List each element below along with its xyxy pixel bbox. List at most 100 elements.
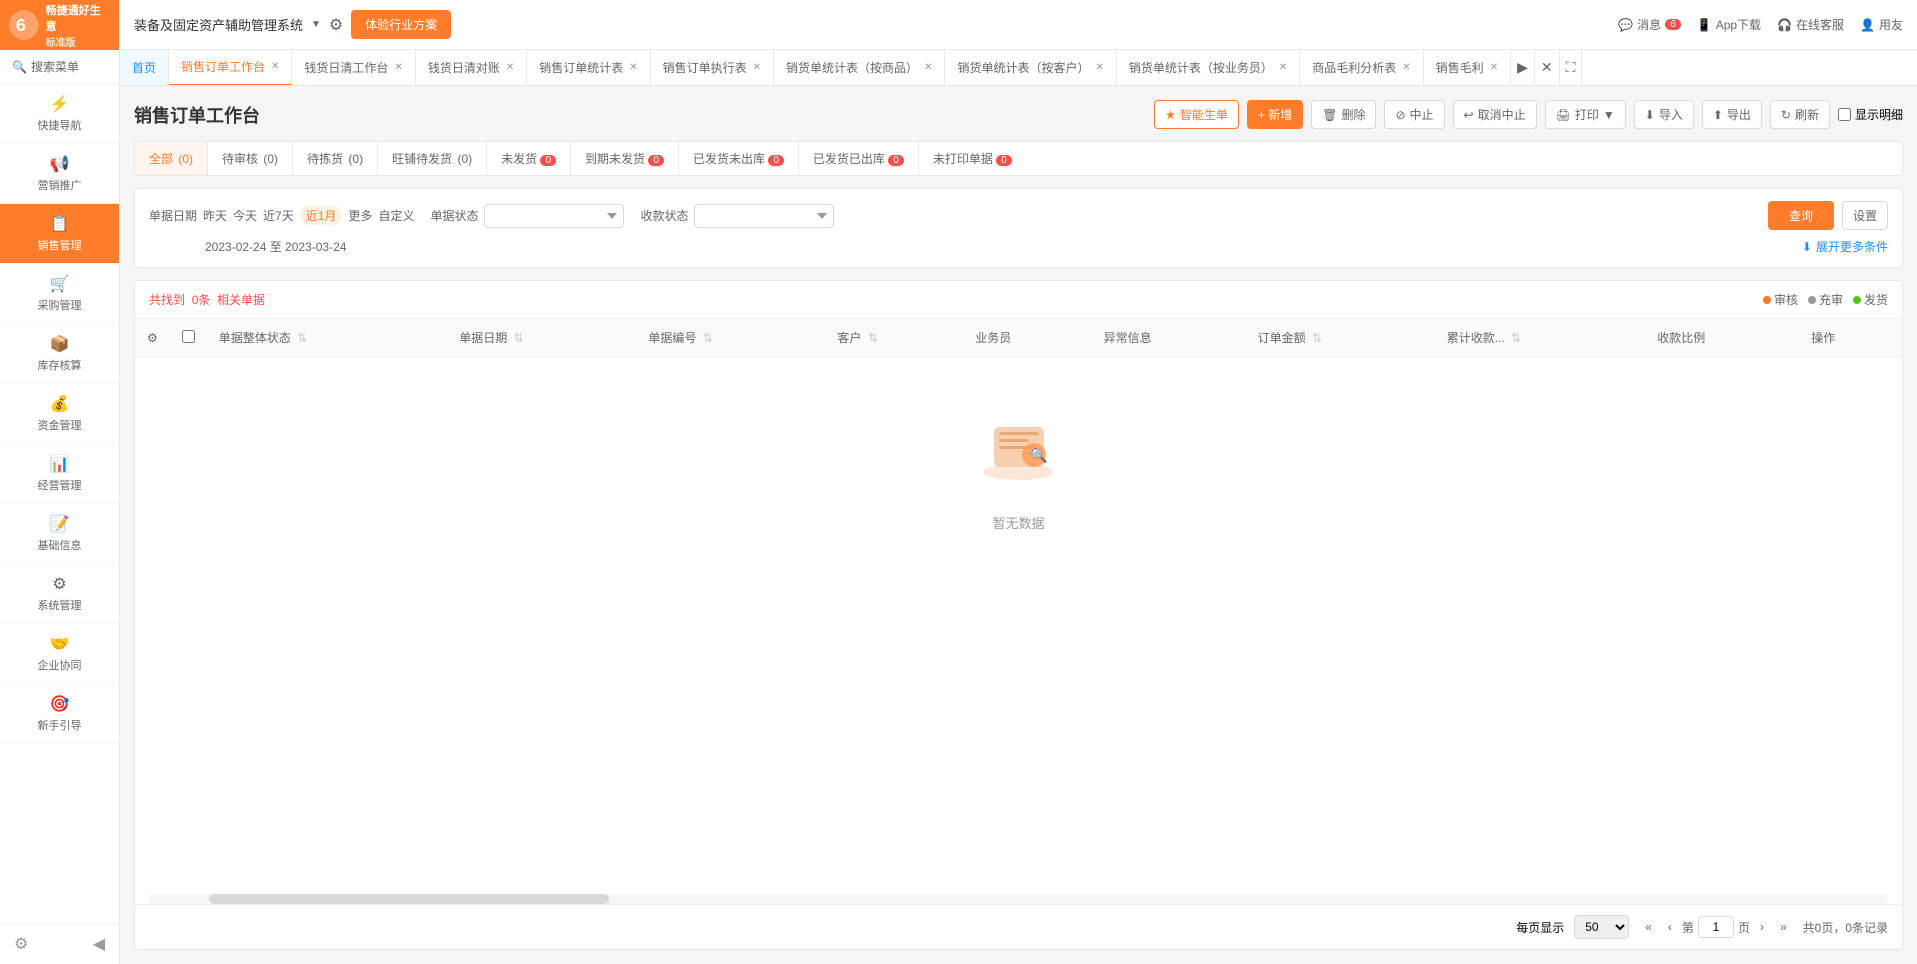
tab-close-margin-analysis[interactable]: ✕: [1402, 62, 1410, 73]
sub-tab-shipped-out[interactable]: 已发货已出库 0: [799, 142, 919, 175]
tab-close-sales-by-staff[interactable]: ✕: [1279, 62, 1287, 73]
sidebar-item-marketing[interactable]: 📢 营销推广: [0, 144, 119, 204]
first-page-btn[interactable]: «: [1639, 918, 1658, 936]
stop-btn[interactable]: ⊘ 中止: [1384, 100, 1444, 129]
tab-cash-daily[interactable]: 钱货日清工作台 ✕: [292, 50, 415, 86]
delete-btn[interactable]: 🗑 删除: [1311, 100, 1376, 129]
print-btn[interactable]: 🖨 打印 ▼: [1545, 100, 1626, 129]
tab-sales-by-customer[interactable]: 销货单统计表（按客户） ✕: [945, 50, 1116, 86]
settings-filter-btn[interactable]: 设置: [1842, 201, 1888, 230]
tab-sales-stats[interactable]: 销售订单统计表 ✕: [527, 50, 650, 86]
tab-sales-exec[interactable]: 销售订单执行表 ✕: [651, 50, 774, 86]
sub-tab-overdue-ship[interactable]: 到期未发货 0: [571, 142, 679, 175]
sub-tab-wangpu-ship[interactable]: 旺铺待发货 (0): [378, 142, 487, 175]
prev-page-btn[interactable]: ‹: [1662, 918, 1678, 936]
sidebar-item-inventory[interactable]: 📦 库存核算: [0, 324, 119, 384]
sort-status-icon[interactable]: ⇅: [297, 331, 307, 345]
sub-tab-pending-audit[interactable]: 待审核 (0): [208, 142, 293, 175]
tab-sales-by-product[interactable]: 销货单统计表（按商品） ✕: [774, 50, 945, 86]
tab-close-sales-exec[interactable]: ✕: [753, 62, 761, 73]
show-detail-checkbox[interactable]: [1838, 108, 1851, 121]
sub-tab-shipped-not-out[interactable]: 已发货未出库 0: [679, 142, 799, 175]
sort-date-icon[interactable]: ⇅: [514, 331, 524, 345]
date-more[interactable]: 更多: [348, 207, 372, 224]
scroll-track[interactable]: [149, 894, 1888, 904]
collapse-icon[interactable]: ◀: [93, 934, 105, 954]
date-yesterday[interactable]: 昨天: [203, 207, 227, 224]
sidebar-item-sales[interactable]: 📋 销售管理: [0, 204, 119, 264]
sidebar-item-basic-info[interactable]: 📝 基础信息: [0, 504, 119, 564]
last-page-btn[interactable]: »: [1774, 918, 1793, 936]
column-settings-icon[interactable]: ⚙: [147, 331, 158, 345]
add-btn[interactable]: + 新增: [1247, 100, 1303, 129]
sub-tab-wangpu-ship-label: 旺铺待发货: [392, 152, 452, 166]
tab-close-sales-by-product[interactable]: ✕: [924, 62, 932, 73]
message-btn[interactable]: 💬 消息 6: [1618, 16, 1681, 33]
sidebar-item-purchase[interactable]: 🛒 采购管理: [0, 264, 119, 324]
sub-tab-not-printed[interactable]: 未打印单据 0: [919, 142, 1026, 175]
industry-btn[interactable]: 体验行业方案: [351, 10, 451, 39]
sub-tab-all[interactable]: 全部 (0): [135, 142, 208, 175]
smart-create-label: 智能生单: [1180, 106, 1228, 123]
show-detail-toggle[interactable]: 显示明细: [1838, 106, 1903, 123]
filter-status-select[interactable]: [484, 204, 624, 228]
system-dropdown[interactable]: ▼: [311, 19, 321, 30]
app-download-btn[interactable]: 📱 App下载: [1697, 16, 1761, 33]
tab-fullscreen[interactable]: ⛶: [1560, 50, 1583, 86]
tab-close-sales-by-customer[interactable]: ✕: [1095, 62, 1103, 73]
filter-payment-select[interactable]: [694, 204, 834, 228]
date-custom[interactable]: 自定义: [378, 207, 414, 224]
expand-filter-btn[interactable]: ⬇ 展开更多条件: [1802, 238, 1888, 255]
sidebar-item-guide[interactable]: 🎯 新手引导: [0, 684, 119, 744]
tab-close-all[interactable]: ✕: [1535, 50, 1560, 86]
tab-close-cash-daily[interactable]: ✕: [394, 62, 402, 73]
tab-close-sales-order[interactable]: ✕: [271, 61, 279, 72]
tab-close-sales-stats[interactable]: ✕: [629, 62, 637, 73]
smart-create-btn[interactable]: ★ 智能生单: [1154, 100, 1239, 129]
gear-icon[interactable]: ⚙: [329, 15, 343, 35]
user-menu[interactable]: 👤 用友: [1860, 16, 1903, 33]
tab-close-cash-reconcile[interactable]: ✕: [506, 62, 514, 73]
tab-cash-reconcile[interactable]: 钱货日清对账 ✕: [416, 50, 527, 86]
online-service-btn[interactable]: 🎧 在线客服: [1777, 16, 1844, 33]
date-1month[interactable]: 近1月: [300, 206, 343, 225]
sidebar-item-finance[interactable]: 💰 资金管理: [0, 384, 119, 444]
ship-action-btn[interactable]: 发货: [1853, 291, 1888, 308]
sub-tab-pending-pick[interactable]: 待拣货 (0): [293, 142, 378, 175]
table-scroll-area[interactable]: ⚙ 单据整体状态 ⇅ 单据日期 ⇅: [135, 319, 1902, 894]
tab-margin-analysis[interactable]: 商品毛利分析表 ✕: [1300, 50, 1423, 86]
audit-btn[interactable]: 审核: [1763, 291, 1798, 308]
scroll-thumb[interactable]: [209, 894, 609, 904]
cancel-stop-btn[interactable]: ↩ 取消中止: [1453, 100, 1537, 129]
date-today[interactable]: 今天: [233, 207, 257, 224]
settings-icon[interactable]: ⚙: [14, 934, 28, 954]
sidebar-item-quick-nav[interactable]: ⚡ 快捷导航: [0, 84, 119, 144]
query-btn[interactable]: 查询: [1768, 201, 1834, 230]
sort-customer-icon[interactable]: ⇅: [868, 331, 878, 345]
next-page-btn[interactable]: ›: [1754, 918, 1770, 936]
refresh-btn[interactable]: ↻ 刷新: [1770, 100, 1830, 129]
export-btn[interactable]: ⬆ 导出: [1702, 100, 1762, 129]
sort-amount-icon[interactable]: ⇅: [1312, 331, 1322, 345]
cancel-audit-btn[interactable]: 充审: [1808, 291, 1843, 308]
import-btn[interactable]: ⬇ 导入: [1634, 100, 1694, 129]
page-input[interactable]: [1698, 916, 1734, 938]
tab-sales-margin[interactable]: 销售毛利 ✕: [1424, 50, 1511, 86]
sort-number-icon[interactable]: ⇅: [703, 331, 713, 345]
select-all-checkbox[interactable]: [182, 330, 195, 343]
page-size-select[interactable]: 50 10 20 100: [1574, 915, 1629, 939]
sidebar-item-search[interactable]: 🔍 搜索菜单: [0, 50, 119, 84]
sort-received-icon[interactable]: ⇅: [1511, 331, 1521, 345]
sidebar-item-operations[interactable]: 📊 经营管理: [0, 444, 119, 504]
tab-sales-order-workbench[interactable]: 销售订单工作台 ✕: [169, 50, 292, 86]
date-7days[interactable]: 近7天: [263, 207, 294, 224]
tab-nav-more[interactable]: ▶: [1511, 50, 1535, 86]
th-checkbox: [170, 319, 207, 357]
tab-sales-by-staff[interactable]: 销货单统计表（按业务员） ✕: [1117, 50, 1300, 86]
sidebar-item-collab[interactable]: 🤝 企业协同: [0, 624, 119, 684]
tab-close-sales-margin[interactable]: ✕: [1490, 62, 1498, 73]
sidebar-item-system[interactable]: ⚙ 系统管理: [0, 564, 119, 624]
sub-tab-unshipped[interactable]: 未发货 0: [487, 142, 571, 175]
finance-label: 资金管理: [38, 417, 82, 433]
tab-home[interactable]: 首页: [120, 50, 169, 86]
